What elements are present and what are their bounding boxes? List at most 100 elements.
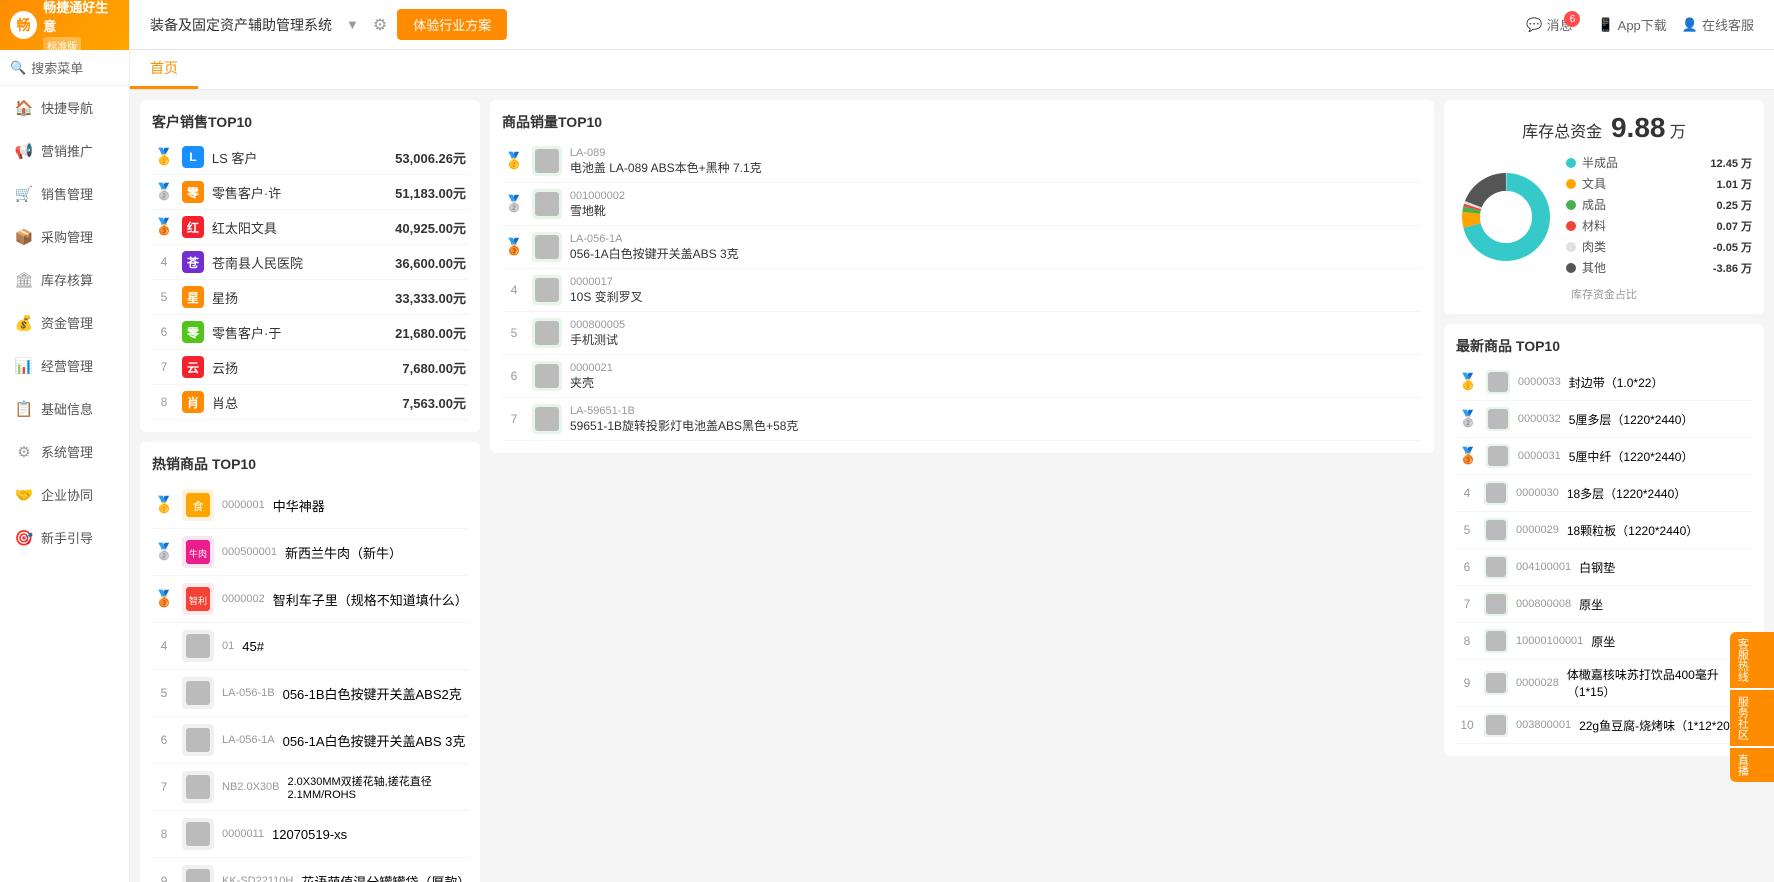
purchase-icon: 📦 [15,228,33,246]
latest-img-9 [1484,671,1508,695]
hot-img-1: 食 [182,489,214,521]
product-rank-item-5: 5 000800005 手机测试 [502,312,1422,355]
latest-product-7: 7 000800008 原坐 [1456,586,1752,623]
inventory-chart-area: 半成品 12.45 万 文具 1.01 万 成品 0 [1456,154,1752,280]
tab-home[interactable]: 首页 [130,50,198,89]
latest-code-8: 10000100001 [1516,635,1583,647]
search-menu[interactable]: 🔍 搜索菜单 [0,50,129,86]
hot-name-4: 45# [242,639,466,654]
latest-code-5: 0000029 [1516,524,1559,536]
sidebar-item-marketing[interactable]: 📢 营销推广 [0,129,129,172]
dropdown-arrow[interactable]: ▼ [346,17,359,32]
hot-code-7: NB2.0X30B [222,781,279,793]
message-item[interactable]: 💬 消息 6 [1526,15,1572,34]
latest-code-1: 0000033 [1518,376,1561,388]
product-code-2: 001000002 [570,190,1420,202]
legend-item-4: 材料 0.07 万 [1566,217,1752,234]
latest-rank-4: 4 [1458,486,1476,500]
hot-name-8: 12070519-xs [272,827,466,842]
legend-item-5: 肉类 -0.05 万 [1566,238,1752,255]
product-info-5: 000800005 手机测试 [570,319,1420,348]
sidebar-item-inventory[interactable]: 🏛 库存核算 [0,258,129,301]
latest-rank-9: 9 [1458,676,1476,690]
app-download-item[interactable]: 📱 App下载 [1597,15,1666,34]
hot-code-5: LA-056-1B [222,687,275,699]
latest-img-4 [1484,481,1508,505]
inventory-total: 库存总资金 9.88 万 [1456,112,1752,144]
latest-code-2: 0000032 [1518,413,1561,425]
product-info-1: LA-089 电池盖 LA-089 ABS本色+黑种 7.1克 [570,147,1420,176]
legend-item-1: 半成品 12.45 万 [1566,154,1752,171]
operations-icon: 📊 [15,357,33,375]
float-btn-live[interactable]: 直播 [1730,748,1774,782]
rank-num-8: 8 [154,395,174,409]
float-btn-service[interactable]: 客服热线 [1730,632,1774,688]
inventory-unit: 万 [1670,124,1686,141]
sidebar-item-operations[interactable]: 📊 经营管理 [0,344,129,387]
product-name-3: 056-1A白色按键开关盖ABS 3克 [570,245,1420,262]
latest-product-10: 10 003800001 22g鱼豆腐-烧烤味（1*12*20） [1456,707,1752,744]
product-code-5: 000800005 [570,319,1420,331]
hot-code-2: 000500001 [222,546,277,558]
hot-code-9: KK-SD22110H [222,875,293,882]
hot-products-panel: 热销商品 TOP10 🥇 食 0000001 中华神器 🥈 [140,442,480,882]
sidebar-item-guide[interactable]: 🎯 新手引导 [0,516,129,559]
latest-name-7: 原坐 [1579,596,1750,613]
customer-rank-title: 客户销售TOP10 [152,112,468,132]
product-rank-item-4: 4 0000017 10S 变刹罗叉 [502,269,1422,312]
settings-icon[interactable]: ⚙ [373,15,387,35]
customer-rank-item-4: 4 苍 苍南县人民医院 36,600.00元 [152,245,468,280]
hot-name-9: 花语萌值温分罐罐袋（厚款） [301,872,466,882]
sidebar-item-system[interactable]: ⚙ 系统管理 [0,430,129,473]
hot-name-3: 智利车子里（规格不知道填什么） [273,590,466,609]
hot-img-4 [182,630,214,662]
customer-name-3: 红太阳文具 [212,218,387,237]
sidebar-logo: 畅 畅捷通好生意 标准版 [0,0,129,50]
product-rank-item-7: 7 LA-59651-1B 59651-1B旋转投影灯电池盖ABS黑色+58克 [502,398,1422,441]
try-button[interactable]: 体验行业方案 [397,9,507,40]
product-medal-3: 🥉 [504,237,524,257]
customer-amount-3: 40,925.00元 [395,218,466,237]
latest-medal-2: 🥈 [1458,409,1478,429]
sidebar: 畅 畅捷通好生意 标准版 🔍 搜索菜单 🏠 快捷导航 📢 营销推广 🛒 销售管理… [0,0,130,882]
hot-img-6 [182,724,214,756]
hot-code-4: 01 [222,640,234,652]
badge-8: 肖 [182,391,204,413]
hot-product-8: 8 0000011 12070519-xs [152,811,468,858]
service-icon: 👤 [1682,17,1698,33]
sidebar-item-purchase[interactable]: 📦 采购管理 [0,215,129,258]
hot-products-title: 热销商品 TOP10 [152,454,468,474]
hot-rank-9: 9 [154,874,174,882]
sidebar-item-coop[interactable]: 🤝 企业协同 [0,473,129,516]
product-code-4: 0000017 [570,276,1420,288]
hot-name-6: 056-1A白色按键开关盖ABS 3克 [283,731,466,750]
product-rank-4: 4 [504,283,524,297]
float-btn-community[interactable]: 服务社区 [1730,690,1774,746]
customer-amount-1: 53,006.26元 [395,148,466,167]
nav-tabs: 首页 [130,50,1774,90]
online-service-item[interactable]: 👤 在线客服 [1682,15,1754,34]
phone-icon: 📱 [1597,17,1613,33]
sidebar-item-sales[interactable]: 🛒 销售管理 [0,172,129,215]
latest-name-2: 5厘多层（1220*2440） [1569,411,1750,428]
inventory-legend: 半成品 12.45 万 文具 1.01 万 成品 0 [1566,154,1752,280]
latest-product-1: 🥇 0000033 封边带（1.0*22） [1456,364,1752,401]
customer-rank-item-6: 6 零 零售客户·于 21,680.00元 [152,315,468,350]
latest-code-9: 0000028 [1516,677,1559,689]
latest-name-9: 体橄嘉核味苏打饮品400毫升（1*15） [1567,666,1750,700]
latest-img-2 [1486,407,1510,431]
latest-name-1: 封边带（1.0*22） [1569,374,1750,391]
hot-code-3: 0000002 [222,593,265,605]
product-info-2: 001000002 雪地靴 [570,190,1420,219]
sidebar-item-base-info[interactable]: 📋 基础信息 [0,387,129,430]
latest-img-7 [1484,592,1508,616]
sidebar-item-quick-nav[interactable]: 🏠 快捷导航 [0,86,129,129]
product-img-1 [532,146,562,176]
legend-item-2: 文具 1.01 万 [1566,175,1752,192]
hot-code-1: 0000001 [222,499,265,511]
sales-icon: 🛒 [15,185,33,203]
hot-img-2: 牛肉 [182,536,214,568]
sidebar-item-finance[interactable]: 💰 资金管理 [0,301,129,344]
customer-name-5: 星扬 [212,288,387,307]
badge-2: 零 [182,181,204,203]
